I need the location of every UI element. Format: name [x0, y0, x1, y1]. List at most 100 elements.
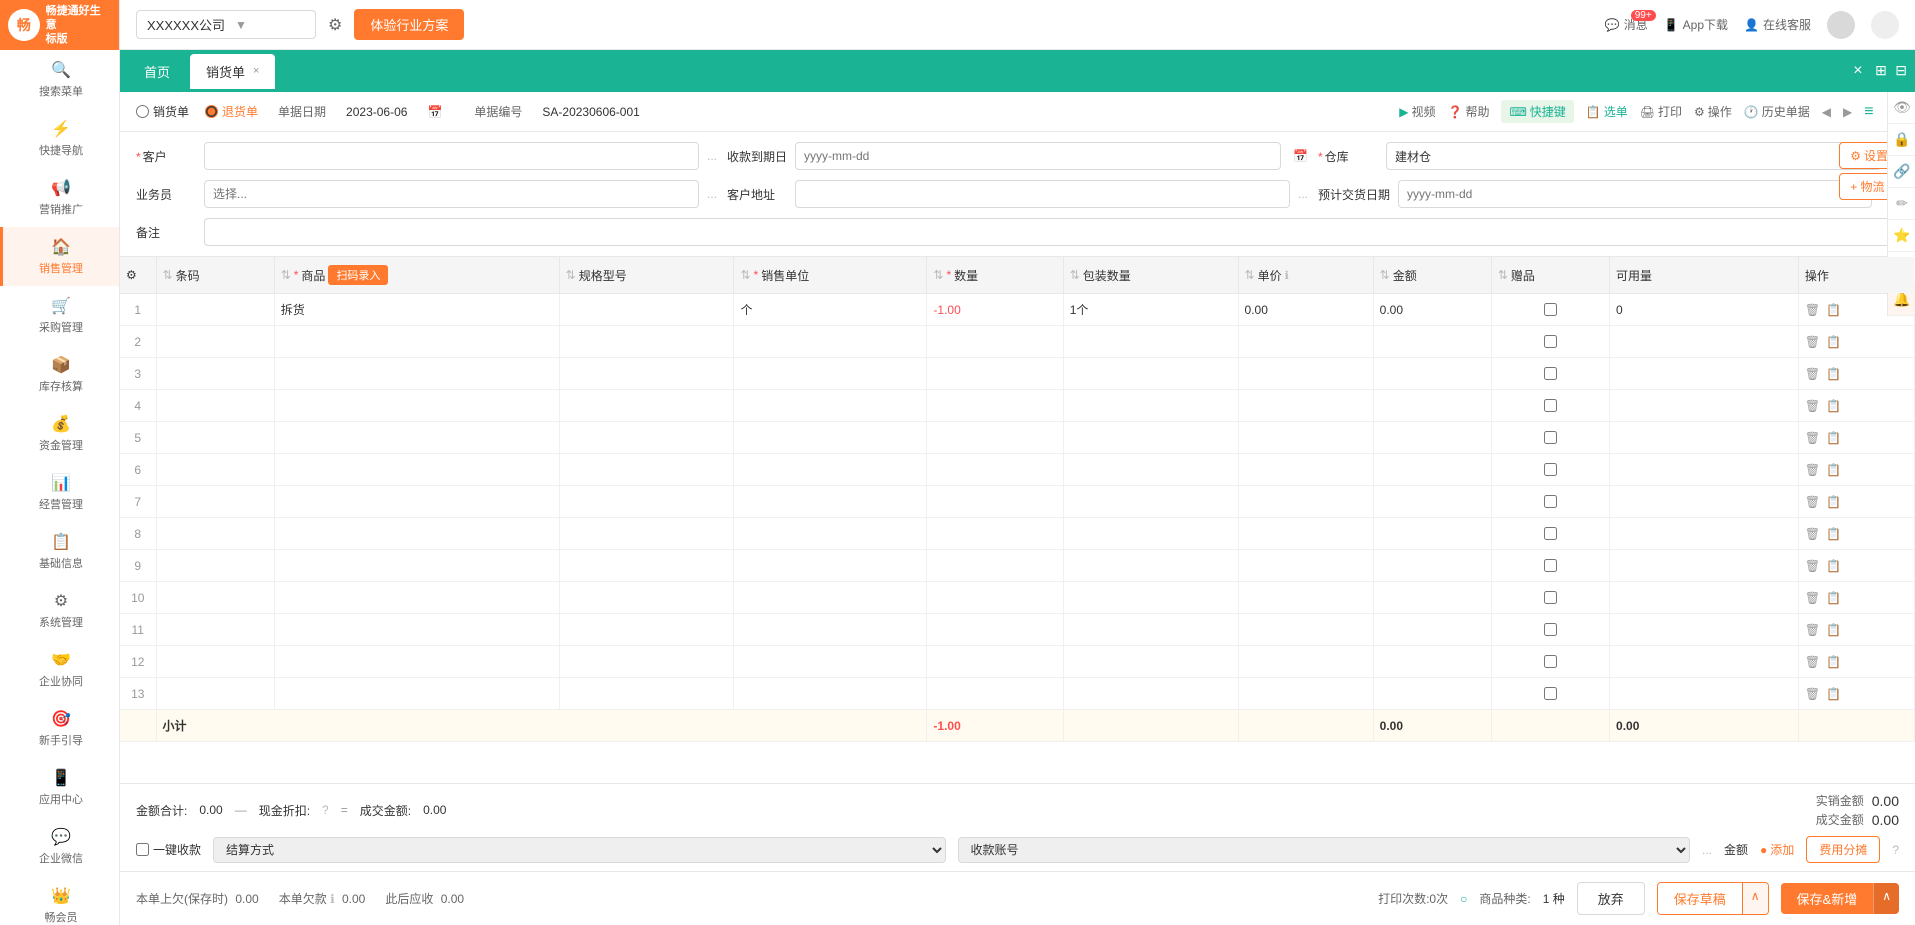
sidebar-item-marketing[interactable]: 📢 营销推广	[0, 168, 119, 227]
company-selector[interactable]: XXXXXX公司 ▼	[136, 10, 316, 39]
app-download-button[interactable]: 📱 App下载	[1664, 16, 1728, 33]
save-draft-button[interactable]: 保存草稿	[1658, 883, 1742, 914]
nav-right-icon[interactable]: ▶	[1843, 105, 1852, 119]
view-toggle-icon[interactable]: ⊞	[1875, 62, 1887, 78]
copy-icon[interactable]: 📋	[1826, 335, 1841, 349]
customer-addr-ellipsis[interactable]: ...	[1298, 187, 1308, 201]
sidebar-item-quick-nav[interactable]: ⚡ 快捷导航	[0, 109, 119, 168]
account-select[interactable]: 收款账号	[958, 837, 1691, 863]
sidebar-item-system[interactable]: ⚙ 系统管理	[0, 581, 119, 640]
sort-price-icon[interactable]: ⇅	[1245, 268, 1255, 282]
sidebar-item-wechat[interactable]: 💬 企业微信	[0, 817, 119, 876]
sort-spec-icon[interactable]: ⇅	[566, 268, 576, 282]
sort-product-icon[interactable]: ⇅	[281, 268, 291, 282]
calc-method-select[interactable]: 结算方式	[213, 837, 946, 863]
sidebar-item-basic[interactable]: 📋 基础信息	[0, 522, 119, 581]
delete-icon[interactable]: 🗑	[1805, 559, 1820, 573]
delete-icon[interactable]: 🗑	[1805, 303, 1820, 317]
tab-close-icon[interactable]: ×	[253, 65, 259, 77]
save-draft-dropdown-icon[interactable]: ∧	[1742, 883, 1768, 914]
operate-btn[interactable]: ⚙ 操作	[1694, 103, 1732, 120]
delete-icon[interactable]: 🗑	[1805, 335, 1820, 349]
discard-button[interactable]: 放弃	[1577, 882, 1645, 915]
right-panel-icon-5[interactable]: ⭐	[1888, 220, 1915, 252]
salesman-ellipsis[interactable]: ...	[707, 187, 717, 201]
trial-button[interactable]: 体验行业方案	[354, 9, 464, 40]
delete-icon[interactable]: 🗑	[1805, 591, 1820, 605]
copy-icon[interactable]: 📋	[1826, 303, 1841, 317]
delete-icon[interactable]: 🗑	[1805, 495, 1820, 509]
row-1-gift[interactable]	[1491, 294, 1609, 326]
select-btn[interactable]: 📋 选单	[1586, 103, 1628, 120]
video-btn[interactable]: ▶ 视频	[1399, 103, 1435, 120]
right-panel-icon-1[interactable]: 👁	[1888, 92, 1915, 124]
row-1-product[interactable]: 拆货	[274, 294, 559, 326]
copy-icon[interactable]: 📋	[1826, 527, 1841, 541]
sort-qty-icon[interactable]: ⇅	[933, 268, 943, 282]
delete-icon[interactable]: 🗑	[1805, 463, 1820, 477]
view-list-icon[interactable]: ≡	[1864, 103, 1873, 121]
sort-amount-icon[interactable]: ⇅	[1380, 268, 1390, 282]
delete-icon[interactable]: 🗑	[1805, 527, 1820, 541]
sidebar-item-business[interactable]: 📊 经营管理	[0, 463, 119, 522]
sidebar-item-search[interactable]: 🔍 搜索菜单	[0, 50, 119, 109]
row-1-amount[interactable]: 0.00	[1373, 294, 1491, 326]
delete-icon[interactable]: 🗑	[1805, 623, 1820, 637]
sort-pkg-icon[interactable]: ⇅	[1070, 268, 1080, 282]
copy-icon[interactable]: 📋	[1826, 399, 1841, 413]
sort-gift-icon[interactable]: ⇅	[1498, 268, 1508, 282]
delete-icon[interactable]: 🗑	[1805, 655, 1820, 669]
right-panel-icon-4[interactable]: ✏	[1888, 188, 1915, 220]
copy-icon[interactable]: 📋	[1826, 559, 1841, 573]
delete-icon[interactable]: 🗑	[1805, 687, 1820, 701]
row-1-barcode[interactable]	[156, 294, 274, 326]
row-1-pkg-qty[interactable]: 1个	[1063, 294, 1238, 326]
warehouse-input[interactable]	[1386, 142, 1881, 170]
nav-left-icon[interactable]: ◀	[1822, 105, 1831, 119]
sort-barcode-icon[interactable]: ⇅	[163, 268, 173, 282]
tab-sales-order[interactable]: 销货单 ×	[190, 54, 275, 89]
customer-input[interactable]	[204, 142, 699, 170]
row-1-qty[interactable]: -1.00	[927, 294, 1063, 326]
due-date-input[interactable]	[795, 142, 1281, 170]
discount-info-icon[interactable]: ?	[322, 803, 329, 817]
sidebar-item-inventory[interactable]: 📦 库存核算	[0, 345, 119, 404]
calendar-due-icon[interactable]: 📅	[1293, 149, 1308, 163]
sidebar-item-enterprise[interactable]: 🤝 企业协同	[0, 640, 119, 699]
print-btn[interactable]: 🖨 打印	[1640, 103, 1682, 120]
copy-icon[interactable]: 📋	[1826, 431, 1841, 445]
sidebar-item-member[interactable]: 👑 畅会员	[0, 876, 119, 925]
history-btn[interactable]: 🕐 历史单据	[1744, 103, 1810, 120]
settings-icon[interactable]: ⚙	[328, 15, 342, 35]
copy-icon[interactable]: 📋	[1826, 623, 1841, 637]
copy-icon[interactable]: 📋	[1826, 687, 1841, 701]
row-1-unit[interactable]: 个	[734, 294, 927, 326]
copy-icon[interactable]: 📋	[1826, 367, 1841, 381]
tab-home[interactable]: 首页	[128, 54, 186, 89]
price-info-icon[interactable]: ℹ	[1285, 269, 1289, 282]
copy-icon[interactable]: 📋	[1826, 655, 1841, 669]
table-wrapper[interactable]: ⚙ ⇅ 条码 ⇅ * 商品	[120, 257, 1915, 783]
radio-sales-order[interactable]: 销货单	[136, 103, 189, 120]
user-avatar[interactable]	[1827, 11, 1855, 39]
expense-help-icon[interactable]: ?	[1892, 843, 1899, 857]
row-1-spec[interactable]	[559, 294, 734, 326]
add-payment-btn[interactable]: ● 添加	[1760, 841, 1794, 858]
customer-ellipsis[interactable]: ...	[707, 149, 717, 163]
sidebar-item-sales[interactable]: 🏠 销售管理	[0, 227, 119, 286]
shortcut-btn[interactable]: ⌨ 快捷键	[1501, 100, 1573, 123]
salesman-input[interactable]	[204, 180, 699, 208]
sort-unit-icon[interactable]: ⇅	[740, 268, 750, 282]
sidebar-item-capital[interactable]: 💰 资金管理	[0, 404, 119, 463]
close-all-icon[interactable]: ×	[1853, 62, 1862, 79]
copy-icon[interactable]: 📋	[1826, 591, 1841, 605]
sidebar-item-purchase[interactable]: 🛒 采购管理	[0, 286, 119, 345]
delete-icon[interactable]: 🗑	[1805, 399, 1820, 413]
th-gear[interactable]: ⚙	[120, 257, 156, 294]
sidebar-item-app[interactable]: 📱 应用中心	[0, 758, 119, 817]
user-avatar2[interactable]	[1871, 11, 1899, 39]
product-types-icon[interactable]: ○	[1460, 892, 1467, 906]
remarks-input[interactable]	[204, 218, 1899, 246]
help-btn[interactable]: ❓ 帮助	[1448, 103, 1490, 120]
online-service-button[interactable]: 👤 在线客服	[1744, 16, 1811, 33]
